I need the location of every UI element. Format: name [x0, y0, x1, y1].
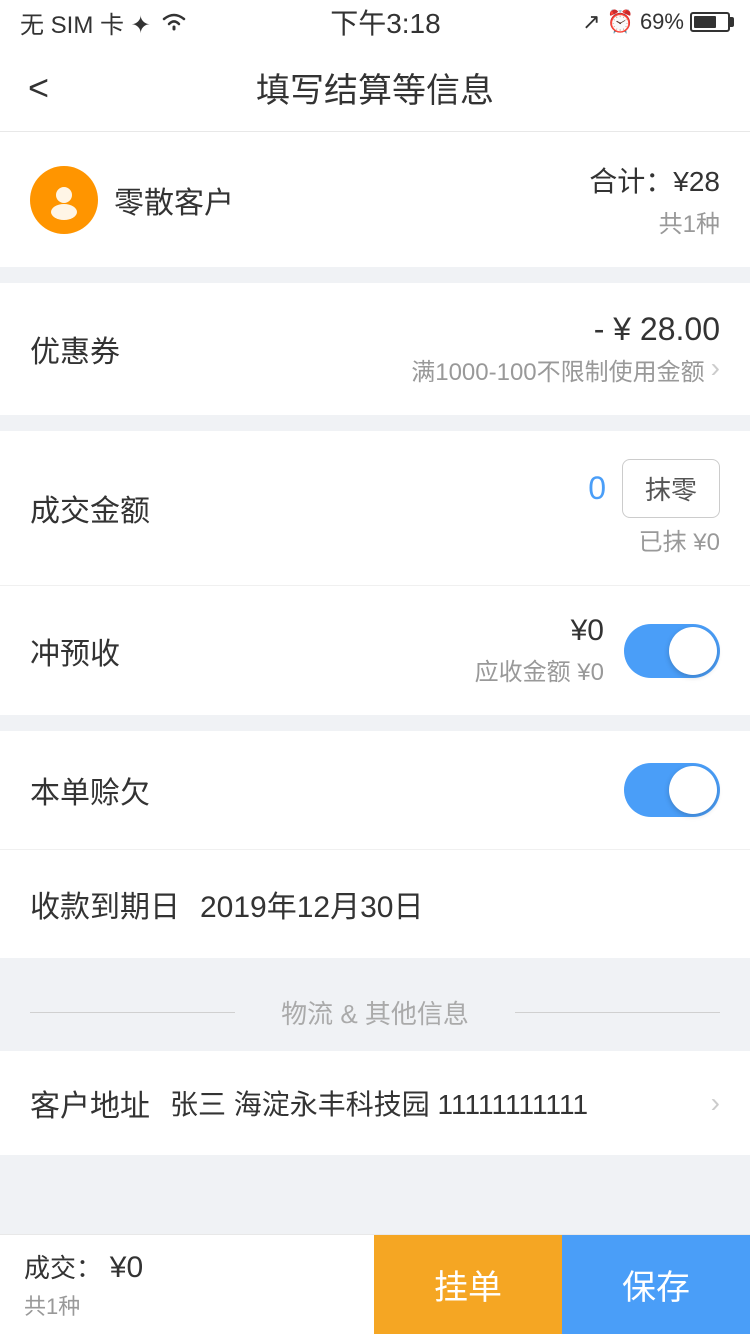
- address-chevron-icon: ›: [711, 1087, 720, 1119]
- wifi-icon: [159, 11, 189, 33]
- logistics-separator: 物流 & 其他信息: [0, 974, 750, 1051]
- transaction-row: 成交金额 0 抹零 已抹 ¥0: [0, 431, 750, 586]
- prepay-sub: 应收金额 ¥0: [475, 652, 604, 687]
- coupon-label: 优惠券: [30, 327, 120, 371]
- prepay-amount: ¥0: [475, 614, 604, 648]
- page-title: 填写结算等信息: [256, 63, 494, 112]
- coupon-desc: 满1000-100不限制使用金额: [411, 352, 704, 387]
- prepay-label: 冲预收: [30, 629, 120, 673]
- location-icon: ↗: [582, 9, 600, 35]
- status-right: ↗ ⏰ 69%: [582, 9, 730, 35]
- transaction-right: 0 抹零: [588, 459, 720, 518]
- prepay-toggle[interactable]: [624, 624, 720, 678]
- customer-right: 合计：¥28 共1种: [589, 160, 720, 239]
- avatar: [30, 166, 98, 234]
- debt-section: 本单赊欠 收款到期日 2019年12月30日: [0, 731, 750, 958]
- debt-label: 本单赊欠: [30, 768, 150, 812]
- debt-row: 本单赊欠: [0, 731, 750, 850]
- nav-bar: < 填写结算等信息: [0, 44, 750, 132]
- due-date-label: 收款到期日: [30, 882, 180, 926]
- status-time: 下午3:18: [330, 2, 441, 42]
- middle-section: 成交金额 0 抹零 已抹 ¥0 冲预收 ¥0 应收金额 ¥0: [0, 431, 750, 715]
- due-date-value: 2019年12月30日: [200, 882, 423, 926]
- bottom-bar: 成交： ¥0 共1种 挂单 保存: [0, 1234, 750, 1334]
- address-label: 客户地址: [30, 1081, 150, 1125]
- battery-percent: 69%: [640, 9, 684, 35]
- bottom-deal-row: 成交： ¥0: [24, 1248, 350, 1285]
- logistics-label: 物流 & 其他信息: [281, 994, 469, 1031]
- address-value: 张三 海淀永丰科技园 11111111111: [170, 1083, 711, 1123]
- address-row[interactable]: 客户地址 张三 海淀永丰科技园 11111111111 ›: [0, 1051, 750, 1155]
- alarm-icon: ⏰: [607, 9, 634, 35]
- coupon-right: - ¥ 28.00 满1000-100不限制使用金额 ›: [411, 311, 720, 387]
- transaction-sub: 已抹 ¥0: [588, 522, 720, 557]
- toggle-knob: [669, 627, 717, 675]
- address-section: 客户地址 张三 海淀永丰科技园 11111111111 ›: [0, 1051, 750, 1155]
- transaction-label: 成交金额: [30, 486, 150, 530]
- due-date-row: 收款到期日 2019年12月30日: [0, 850, 750, 958]
- customer-name: 零散客户: [114, 178, 234, 222]
- total-amount: 合计：¥28: [589, 160, 720, 200]
- hang-single-button[interactable]: 挂单: [374, 1235, 562, 1334]
- bottom-info: 成交： ¥0 共1种: [0, 1235, 374, 1334]
- bottom-count: 共1种: [24, 1289, 350, 1321]
- coupon-discount: - ¥ 28.00: [411, 311, 720, 348]
- back-button[interactable]: <: [28, 67, 49, 109]
- round-zero-button[interactable]: 抹零: [622, 459, 720, 518]
- bottom-deal-label: 成交：: [24, 1253, 102, 1283]
- status-bar: 无 SIM 卡 ✦ 下午3:18 ↗ ⏰ 69%: [0, 0, 750, 44]
- coupon-chevron-icon: ›: [711, 352, 720, 384]
- status-left: 无 SIM 卡 ✦: [20, 5, 189, 40]
- debt-toggle[interactable]: [624, 763, 720, 817]
- bottom-deal-amount: ¥0: [110, 1251, 143, 1284]
- coupon-row[interactable]: 优惠券 - ¥ 28.00 满1000-100不限制使用金额 ›: [0, 283, 750, 415]
- prepay-row: 冲预收 ¥0 应收金额 ¥0: [0, 586, 750, 715]
- transaction-value: 0: [588, 470, 606, 507]
- save-button[interactable]: 保存: [562, 1235, 750, 1334]
- customer-left: 零散客户: [30, 166, 234, 234]
- debt-toggle-knob: [669, 766, 717, 814]
- customer-row: 零散客户 合计：¥28 共1种: [0, 132, 750, 267]
- total-count: 共1种: [589, 204, 720, 239]
- battery-icon: [690, 12, 730, 32]
- sim-label: 无 SIM 卡 ✦: [20, 5, 151, 40]
